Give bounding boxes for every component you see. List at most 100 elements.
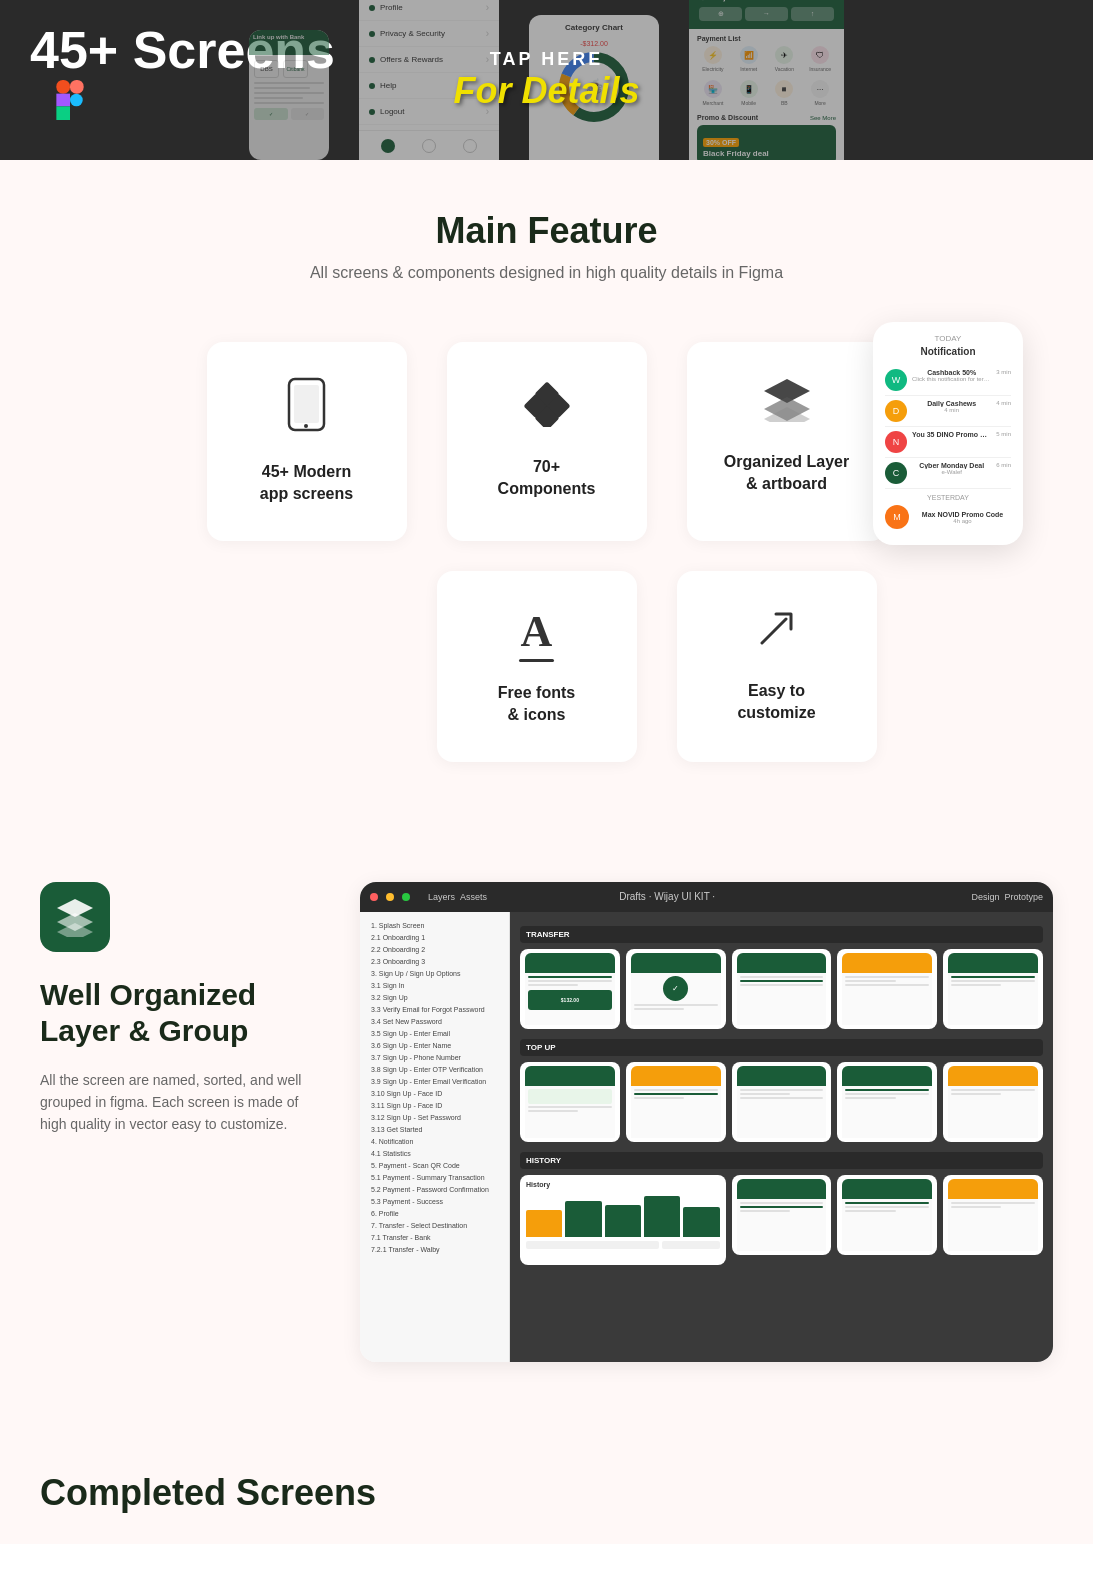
feature-card-customize: Easy tocustomize [677, 571, 877, 762]
organized-left-panel: Well OrganizedLayer & Group All the scre… [40, 882, 320, 1136]
notif-time: 3 min [996, 369, 1011, 375]
toolbar-layers-tab: Layers [428, 892, 455, 902]
notif-avatar: D [885, 400, 907, 422]
menu-item: Profile › [359, 0, 499, 21]
layer-item: 3.13 Get Started [368, 1124, 501, 1135]
toolbar-design-tab: Design [971, 892, 999, 902]
notification-item: W Cashback 50% Click this notification f… [885, 365, 1011, 396]
layer-item: 3.4 Set New Password [368, 1016, 501, 1027]
layer-item: 5. Payment - Scan QR Code [368, 1160, 501, 1171]
feature-card-layers: Organized Layer& artboard [687, 342, 887, 541]
layer-item: 3.1 Sign In [368, 980, 501, 991]
phone-icon [232, 377, 382, 441]
components-icon [472, 377, 622, 436]
organized-title: Well OrganizedLayer & Group [40, 977, 320, 1049]
yesterday-label: YESTERDAY [885, 494, 1011, 501]
feature-screens-title: 45+ Modernapp screens [232, 461, 382, 506]
notif-title: Daily Cashews [912, 400, 991, 407]
tap-here-overlay[interactable]: TAP HERE For Details [453, 49, 639, 112]
action-btn-3: ↑ [791, 7, 834, 21]
window-close-dot [370, 893, 378, 901]
feature-card-components: 70+Components [447, 342, 647, 541]
svg-rect-11 [294, 385, 319, 423]
layer-item: 3.12 Sign Up - Set Password [368, 1112, 501, 1123]
notification-header: Notification [885, 346, 1011, 357]
main-feature-title: Main Feature [40, 210, 1053, 252]
payment-internet: 📶 Internet [733, 46, 765, 72]
notif-time: 4 min [996, 400, 1011, 406]
payment-list-title: Payment List [697, 35, 836, 42]
layer-item: 3.5 Sign Up - Enter Email [368, 1028, 501, 1039]
phone-preview-left: Link up with Bank DBS Citibank ✓ ✓ [249, 30, 329, 160]
svg-rect-1 [70, 80, 84, 94]
canvas-phone-12 [837, 1175, 937, 1255]
canvas-phone-3 [732, 949, 832, 1029]
layer-item: 3.8 Sign Up - Enter OTP Verification [368, 1064, 501, 1075]
layer-item: 5.2 Payment - Password Confirmation [368, 1184, 501, 1195]
layer-item: 4. Notification [368, 1136, 501, 1147]
feature-card-fonts: A Free fonts& icons [437, 571, 637, 762]
balance-amount: $15,901 [699, 0, 834, 2]
notification-item: C Cyber Monday Deal e-Walef 6 min [885, 458, 1011, 489]
layer-item: 5.1 Payment - Summary Transaction [368, 1172, 501, 1183]
feature-card-screens: 45+ Modernapp screens [207, 342, 407, 541]
feature-components-title: 70+Components [472, 456, 622, 501]
layer-item: 1. Splash Screen [368, 920, 501, 931]
canvas-phone-8 [732, 1062, 832, 1142]
notif-avatar: N [885, 431, 907, 453]
svg-point-3 [70, 94, 83, 107]
completed-section: Completed Screens [0, 1422, 1093, 1544]
canvas-phone-4 [837, 949, 937, 1029]
action-btn-2: → [745, 7, 788, 21]
chart-label: Category Chart [557, 15, 631, 40]
see-more: See More [810, 115, 836, 121]
canvas-phone-1: $132.00 [520, 949, 620, 1029]
layer-item: 6. Profile [368, 1208, 501, 1219]
notif-content: You 35 DINO Promo Code [912, 431, 991, 438]
completed-title: Completed Screens [40, 1472, 1053, 1514]
payment-electricity: ⚡ Electricity [697, 46, 729, 72]
layer-item: 7. Transfer - Select Destination [368, 1220, 501, 1231]
figma-canvas: TRANSFER $132.00 [510, 912, 1053, 1362]
layer-item: 2.3 Onboarding 3 [368, 956, 501, 967]
payment-mobile: 📱 Mobile [733, 80, 765, 106]
layer-item: 3.6 Sign Up - Enter Name [368, 1040, 501, 1051]
feature-customize-title: Easy tocustomize [702, 680, 852, 725]
organized-icon [40, 882, 110, 952]
layers-icon [712, 377, 862, 431]
window-min-dot [386, 893, 394, 901]
layer-item: 3.7 Sign Up - Phone Number [368, 1052, 501, 1063]
payment-merchant: 🏪 Merchant [697, 80, 729, 106]
notif-content: Cashback 50% Click this notification for… [912, 369, 991, 382]
canvas-phone-11 [732, 1175, 832, 1255]
layer-item: 3.2 Sign Up [368, 992, 501, 1003]
payment-insurance: 🛡 Insurance [804, 46, 836, 72]
figma-doc-title: Drafts · Wijay UI KIT · [619, 891, 715, 902]
phone-bank-header: Link up with Bank [249, 30, 329, 55]
canvas-topup-header: TOP UP [520, 1039, 1043, 1056]
canvas-phone-5 [943, 949, 1043, 1029]
bank-citibank-icon: Citibank [283, 60, 308, 78]
layer-item: 7.2.1 Transfer - Walby [368, 1244, 501, 1255]
layer-item: 3. Sign Up / Sign Up Options [368, 968, 501, 979]
payment-vacation: ✈ Vacation [769, 46, 801, 72]
svg-rect-2 [56, 94, 70, 107]
layer-item: 5.3 Payment - Success [368, 1196, 501, 1207]
organized-description: All the screen are named, sorted, and we… [40, 1069, 320, 1136]
notif-time: 5 min [996, 431, 1011, 437]
layer-item: 2.2 Onboarding 2 [368, 944, 501, 955]
feature-layers-title: Organized Layer& artboard [712, 451, 862, 496]
figma-editor-preview: Layers Assets Drafts · Wijay UI KIT · De… [360, 882, 1053, 1362]
canvas-phone-2: ✓ [626, 949, 726, 1029]
menu-item: Privacy & Security › [359, 21, 499, 47]
payment-bb: ◾ BB [769, 80, 801, 106]
layer-item: 3.3 Verify Email for Forgot Password [368, 1004, 501, 1015]
chart-amount: -$312.00 [580, 40, 608, 47]
canvas-phone-7 [626, 1062, 726, 1142]
feature-fonts-title: Free fonts& icons [462, 682, 612, 727]
notif-avatar: C [885, 462, 907, 484]
canvas-history-phone: History [520, 1175, 726, 1265]
toolbar-prototype-tab: Prototype [1004, 892, 1043, 902]
old-notif-content: Max NOVID Promo Code 4h ago [914, 511, 1011, 524]
organized-section: Well OrganizedLayer & Group All the scre… [0, 822, 1093, 1422]
